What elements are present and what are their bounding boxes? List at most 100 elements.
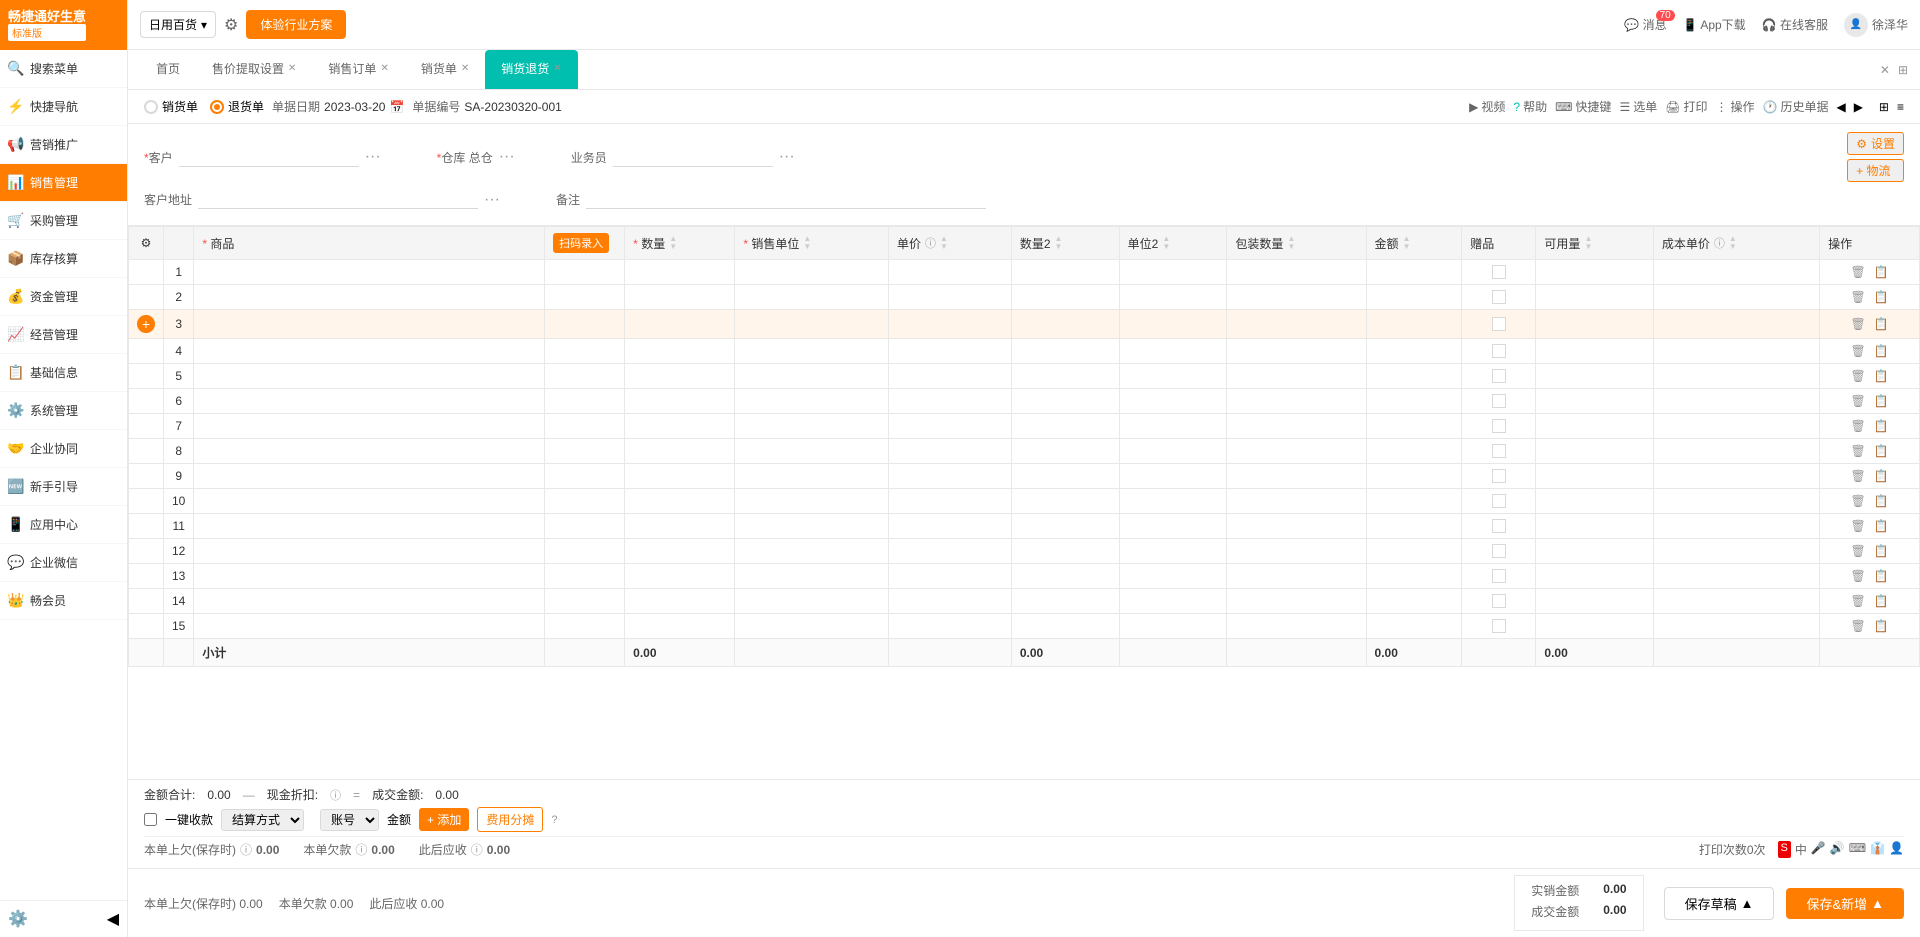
amount-cell-5[interactable] — [1366, 364, 1462, 389]
delete-icon-4[interactable]: 🗑 — [1850, 344, 1865, 358]
qty-cell-2[interactable] — [625, 285, 735, 310]
gift-cell-12[interactable] — [1462, 539, 1536, 564]
available-cell-3[interactable] — [1536, 310, 1653, 339]
qty-cell-5[interactable] — [625, 364, 735, 389]
unit2-cell-1[interactable] — [1119, 260, 1227, 285]
th-scan[interactable]: 扫码录入 — [545, 227, 625, 260]
expense-help-icon[interactable]: ? — [551, 814, 557, 826]
voice-icon[interactable]: 🔊 — [1830, 841, 1845, 858]
cost-price-info-icon[interactable]: ⓘ — [1714, 235, 1725, 251]
tab-close-3[interactable]: ✕ — [461, 63, 469, 74]
gift-cell-8[interactable] — [1462, 439, 1536, 464]
delete-icon-7[interactable]: 🗑 — [1850, 419, 1865, 433]
tab-2[interactable]: 销售订单✕ — [312, 50, 404, 89]
th-settings[interactable]: ⚙ — [129, 227, 164, 260]
delete-icon-12[interactable]: 🗑 — [1850, 544, 1865, 558]
delete-icon-13[interactable]: 🗑 — [1850, 569, 1865, 583]
sidebar-item-4[interactable]: 🛒 采购管理 — [0, 202, 127, 240]
close-tab-icon[interactable]: ✕ — [1880, 63, 1890, 77]
copy-icon-9[interactable]: 📋 — [1874, 469, 1889, 483]
unit-cell-8[interactable] — [735, 439, 889, 464]
calendar-icon[interactable]: 📅 — [389, 100, 404, 114]
available-cell-6[interactable] — [1536, 389, 1653, 414]
gift-checkbox-3[interactable] — [1492, 317, 1506, 331]
gift-checkbox-8[interactable] — [1492, 444, 1506, 458]
save-new-btn[interactable]: 保存&新增 ▲ — [1786, 888, 1904, 919]
pkg-cell-13[interactable] — [1227, 564, 1366, 589]
shirt-icon[interactable]: 👔 — [1870, 841, 1885, 858]
gift-cell-3[interactable] — [1462, 310, 1536, 339]
qty2-cell-11[interactable] — [1011, 514, 1119, 539]
app-download-link[interactable]: 📱 App下载 — [1683, 16, 1746, 33]
unit-cell-10[interactable] — [735, 489, 889, 514]
prev-record-icon[interactable]: ◀ — [1836, 100, 1845, 114]
available-cell-11[interactable] — [1536, 514, 1653, 539]
delete-icon-10[interactable]: 🗑 — [1850, 494, 1865, 508]
product-cell-7[interactable] — [194, 414, 545, 439]
qty2-cell-3[interactable] — [1011, 310, 1119, 339]
price-cell-3[interactable] — [889, 310, 1012, 339]
status-circle-0[interactable]: ⓘ — [240, 841, 252, 858]
available-sort-icon[interactable]: ▲▼ — [1584, 235, 1592, 251]
mic-icon[interactable]: 🎤 — [1811, 841, 1826, 858]
experience-btn[interactable]: 体验行业方案 — [246, 10, 346, 39]
available-cell-4[interactable] — [1536, 339, 1653, 364]
unit-cell-1[interactable] — [735, 260, 889, 285]
qty2-cell-8[interactable] — [1011, 439, 1119, 464]
copy-icon-12[interactable]: 📋 — [1874, 544, 1889, 558]
qty-cell-8[interactable] — [625, 439, 735, 464]
qty2-cell-4[interactable] — [1011, 339, 1119, 364]
gift-cell-6[interactable] — [1462, 389, 1536, 414]
cost-price-cell-10[interactable] — [1653, 489, 1819, 514]
qty2-cell-15[interactable] — [1011, 614, 1119, 639]
view-list-icon[interactable]: ⊞ — [1879, 100, 1889, 114]
product-cell-11[interactable] — [194, 514, 545, 539]
gift-cell-15[interactable] — [1462, 614, 1536, 639]
settlement-method-select[interactable]: 结算方式 — [221, 809, 304, 831]
unit2-cell-8[interactable] — [1119, 439, 1227, 464]
unit2-cell-6[interactable] — [1119, 389, 1227, 414]
price-cell-6[interactable] — [889, 389, 1012, 414]
gift-cell-13[interactable] — [1462, 564, 1536, 589]
amount-cell-11[interactable] — [1366, 514, 1462, 539]
available-cell-9[interactable] — [1536, 464, 1653, 489]
qty2-cell-10[interactable] — [1011, 489, 1119, 514]
pkg-cell-11[interactable] — [1227, 514, 1366, 539]
gift-checkbox-10[interactable] — [1492, 494, 1506, 508]
copy-icon-11[interactable]: 📋 — [1874, 519, 1889, 533]
available-cell-14[interactable] — [1536, 589, 1653, 614]
sidebar-item-0[interactable]: 🔍 搜索菜单 — [0, 50, 127, 88]
amount-cell-10[interactable] — [1366, 489, 1462, 514]
cost-price-cell-14[interactable] — [1653, 589, 1819, 614]
unit2-cell-2[interactable] — [1119, 285, 1227, 310]
price-info-icon[interactable]: ⓘ — [925, 235, 936, 251]
unit-cell-9[interactable] — [735, 464, 889, 489]
delete-icon-15[interactable]: 🗑 — [1850, 619, 1865, 633]
account-select[interactable]: 账号 — [320, 809, 379, 831]
delete-icon-2[interactable]: 🗑 — [1850, 290, 1865, 304]
copy-icon-4[interactable]: 📋 — [1874, 344, 1889, 358]
copy-icon-6[interactable]: 📋 — [1874, 394, 1889, 408]
cost-price-cell-9[interactable] — [1653, 464, 1819, 489]
qty2-cell-1[interactable] — [1011, 260, 1119, 285]
help-btn[interactable]: ? 帮助 — [1513, 98, 1547, 115]
price-cell-5[interactable] — [889, 364, 1012, 389]
amount-cell-9[interactable] — [1366, 464, 1462, 489]
history-btn[interactable]: 🕐 历史单据 — [1762, 98, 1828, 115]
unit2-cell-12[interactable] — [1119, 539, 1227, 564]
product-cell-8[interactable] — [194, 439, 545, 464]
collapse-icon[interactable]: ◀ — [107, 909, 119, 929]
pkg-cell-1[interactable] — [1227, 260, 1366, 285]
copy-icon-10[interactable]: 📋 — [1874, 494, 1889, 508]
sidebar-item-9[interactable]: ⚙️ 系统管理 — [0, 392, 127, 430]
status-circle-1[interactable]: ⓘ — [355, 841, 367, 858]
price-cell-2[interactable] — [889, 285, 1012, 310]
available-cell-13[interactable] — [1536, 564, 1653, 589]
qty2-cell-5[interactable] — [1011, 364, 1119, 389]
unit-cell-6[interactable] — [735, 389, 889, 414]
message-badge[interactable]: 💬 70 消息 — [1624, 16, 1666, 33]
gift-checkbox-15[interactable] — [1492, 619, 1506, 633]
cost-price-cell-4[interactable] — [1653, 339, 1819, 364]
unit-cell-5[interactable] — [735, 364, 889, 389]
copy-icon-1[interactable]: 📋 — [1874, 265, 1889, 279]
